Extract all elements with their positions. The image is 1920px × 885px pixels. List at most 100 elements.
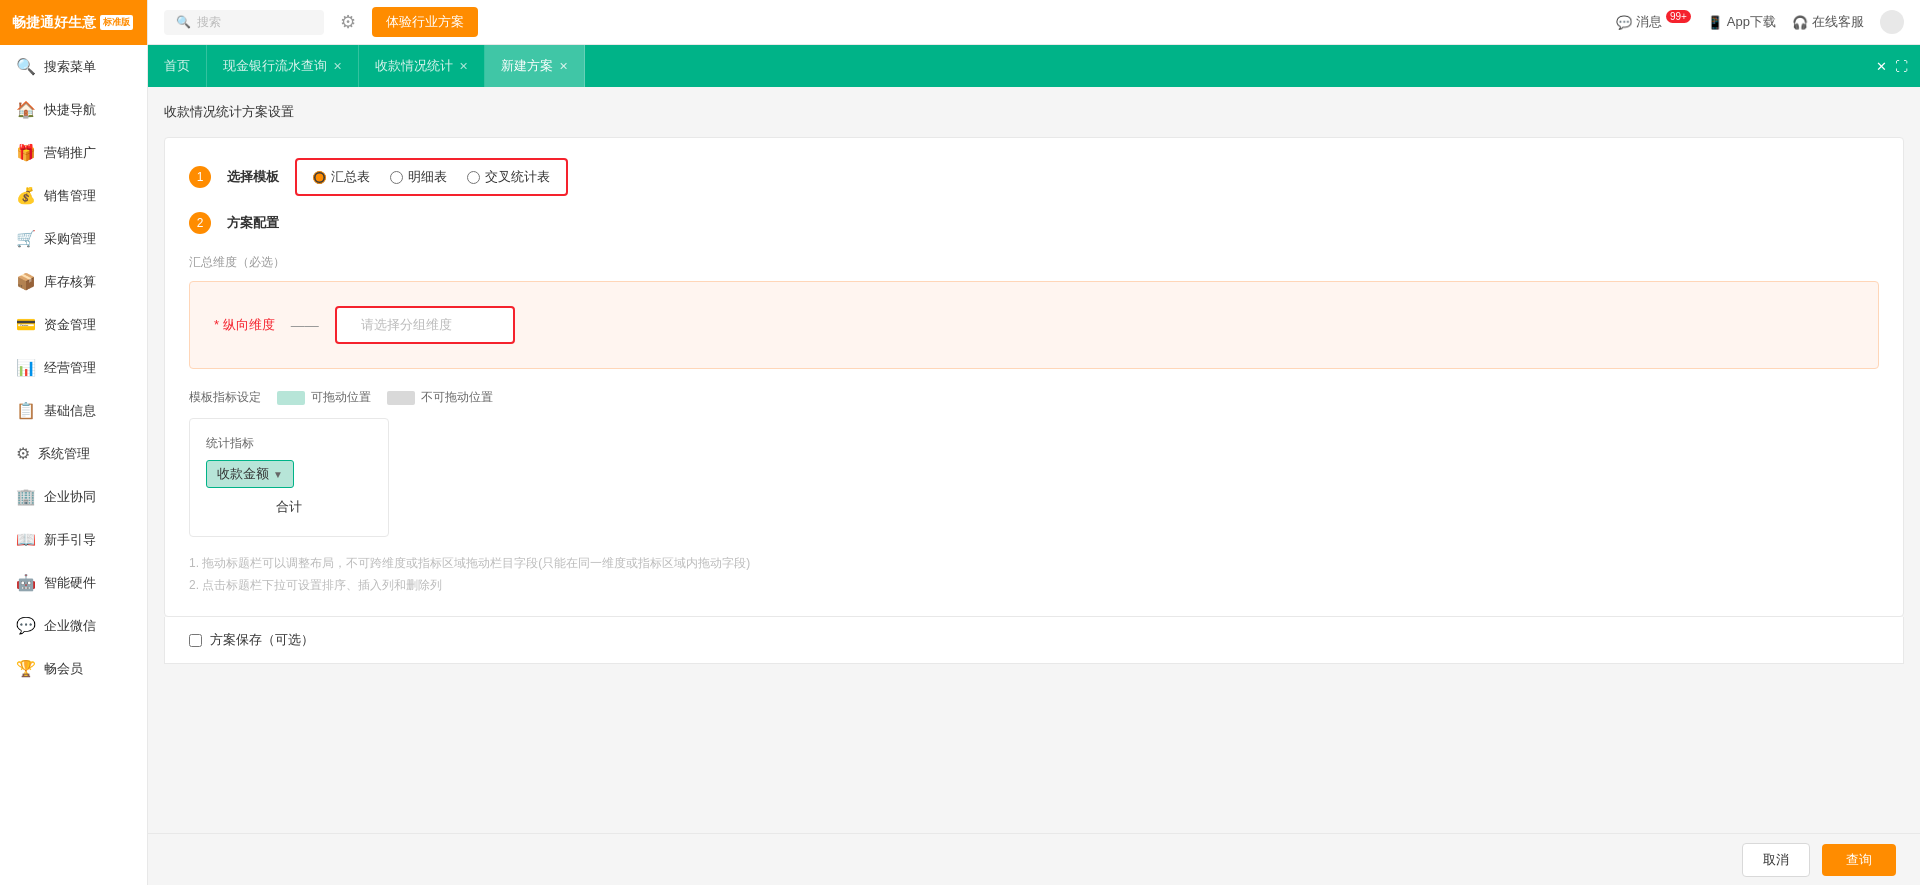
page-title: 收款情况统计方案设置 <box>164 103 1904 121</box>
enterprise-icon: 🏢 <box>16 487 36 506</box>
sidebar-label-hardware: 智能硬件 <box>44 574 96 592</box>
top-header: 🔍 搜索 ⚙ 体验行业方案 💬 消息 99+ 📱 App下载 🎧 在线客服 <box>148 0 1920 45</box>
finance-icon: 💳 <box>16 315 36 334</box>
dimension-select[interactable]: 请选择分组维度 <box>335 306 515 344</box>
config-section: 汇总维度（必选） 纵向维度 —— 请选择分组维度 <box>189 254 1879 596</box>
sidebar-logo: 畅捷通好生意 标准版 <box>0 0 147 45</box>
search-bar[interactable]: 🔍 搜索 <box>164 10 324 35</box>
sidebar-item-system[interactable]: ⚙ 系统管理 <box>0 432 147 475</box>
header-actions: 💬 消息 99+ 📱 App下载 🎧 在线客服 <box>1616 10 1904 34</box>
tab-bar: 首页 现金银行流水查询 ✕ 收款情况统计 ✕ 新建方案 ✕ ✕ ⛶ <box>148 45 1920 87</box>
sidebar-label-operations: 经营管理 <box>44 359 96 377</box>
metric-tag-amount[interactable]: 收款金额 ▼ <box>206 460 294 488</box>
radio-detail-input[interactable] <box>390 171 403 184</box>
sidebar-item-sales[interactable]: 💰 销售管理 <box>0 174 147 217</box>
tab-close-all[interactable]: ✕ <box>1876 59 1887 74</box>
sidebar-label-basic: 基础信息 <box>44 402 96 420</box>
gear-icon[interactable]: ⚙ <box>340 11 356 33</box>
tab-new-plan[interactable]: 新建方案 ✕ <box>485 45 585 87</box>
radio-cross-input[interactable] <box>467 171 480 184</box>
industry-btn[interactable]: 体验行业方案 <box>372 7 478 37</box>
search-icon: 🔍 <box>16 57 36 76</box>
tab-cashflow-close[interactable]: ✕ <box>333 60 342 73</box>
step2-number: 2 <box>189 212 211 234</box>
sidebar-label-quicknav: 快捷导航 <box>44 101 96 119</box>
radio-detail-label: 明细表 <box>408 168 447 186</box>
notification-badge: 99+ <box>1666 10 1691 23</box>
metric-tag-label: 收款金额 <box>217 465 269 483</box>
sidebar-item-wechat[interactable]: 💬 企业微信 <box>0 604 147 647</box>
download-label: App下载 <box>1727 13 1776 31</box>
sidebar-item-inventory[interactable]: 📦 库存核算 <box>0 260 147 303</box>
radio-summary-input[interactable] <box>313 171 326 184</box>
radio-summary-label: 汇总表 <box>331 168 370 186</box>
avatar <box>1880 10 1904 34</box>
sidebar-label-system: 系统管理 <box>38 445 90 463</box>
radio-cross[interactable]: 交叉统计表 <box>467 168 550 186</box>
metrics-section: 模板指标设定 可拖动位置 不可拖动位置 统计指标 <box>189 389 1879 537</box>
save-checkbox[interactable] <box>189 634 202 647</box>
step1-row: 1 选择模板 汇总表 明细表 <box>189 158 1879 196</box>
sidebar-label-search: 搜索菜单 <box>44 58 96 76</box>
step2-label: 方案配置 <box>227 214 279 232</box>
hardware-icon: 🤖 <box>16 573 36 592</box>
sidebar-item-basic[interactable]: 📋 基础信息 <box>0 389 147 432</box>
tab-collection[interactable]: 收款情况统计 ✕ <box>359 45 485 87</box>
content-area: 收款情况统计方案设置 1 选择模板 汇总表 <box>148 87 1920 833</box>
tab-expand[interactable]: ⛶ <box>1895 59 1908 74</box>
tab-cashflow-label: 现金银行流水查询 <box>223 57 327 75</box>
dimension-row: 纵向维度 —— 请选择分组维度 <box>214 306 1854 344</box>
sidebar-label-sales: 销售管理 <box>44 187 96 205</box>
sidebar-item-hardware[interactable]: 🤖 智能硬件 <box>0 561 147 604</box>
download-item[interactable]: 📱 App下载 <box>1707 13 1776 31</box>
sidebar-label-enterprise: 企业协同 <box>44 488 96 506</box>
inventory-icon: 📦 <box>16 272 36 291</box>
sidebar-item-enterprise[interactable]: 🏢 企业协同 <box>0 475 147 518</box>
online-service-item[interactable]: 🎧 在线客服 <box>1792 13 1864 31</box>
hint-2: 2. 点击标题栏下拉可设置排序、插入列和删除列 <box>189 575 1879 597</box>
metric-sum: 合计 <box>206 494 372 520</box>
chevron-down-icon: ▼ <box>273 469 283 480</box>
sidebar: 畅捷通好生意 标准版 🔍 搜索菜单 🏠 快捷导航 🎁 营销推广 💰 销售管理 🛒… <box>0 0 148 885</box>
sidebar-item-guide[interactable]: 📖 新手引导 <box>0 518 147 561</box>
legend-fixed-label: 不可拖动位置 <box>421 389 493 406</box>
cancel-button[interactable]: 取消 <box>1742 843 1810 877</box>
step1-section: 1 选择模板 汇总表 明细表 <box>164 137 1904 617</box>
tab-new-plan-close[interactable]: ✕ <box>559 60 568 73</box>
sidebar-item-member[interactable]: 🏆 畅会员 <box>0 647 147 690</box>
tab-bar-actions: ✕ ⛶ <box>1864 45 1920 87</box>
tab-cashflow[interactable]: 现金银行流水查询 ✕ <box>207 45 359 87</box>
sidebar-label-marketing: 营销推广 <box>44 144 96 162</box>
step1-number: 1 <box>189 166 211 188</box>
dimension-area: 纵向维度 —— 请选择分组维度 <box>189 281 1879 369</box>
dimension-placeholder: 请选择分组维度 <box>361 317 452 332</box>
radio-summary[interactable]: 汇总表 <box>313 168 370 186</box>
query-button[interactable]: 查询 <box>1822 844 1896 876</box>
service-icon: 🎧 <box>1792 15 1808 30</box>
metrics-title: 模板指标设定 <box>189 389 261 406</box>
sidebar-item-finance[interactable]: 💳 资金管理 <box>0 303 147 346</box>
sidebar-label-inventory: 库存核算 <box>44 273 96 291</box>
dimension-title-text: 汇总维度（必选） <box>189 255 285 269</box>
radio-detail[interactable]: 明细表 <box>390 168 447 186</box>
sidebar-item-quicknav[interactable]: 🏠 快捷导航 <box>0 88 147 131</box>
search-icon-header: 🔍 <box>176 15 191 29</box>
search-placeholder: 搜索 <box>197 14 221 31</box>
notification-item[interactable]: 💬 消息 99+ <box>1616 13 1691 31</box>
dimension-title: 汇总维度（必选） <box>189 254 1879 271</box>
sidebar-item-operations[interactable]: 📊 经营管理 <box>0 346 147 389</box>
legend-draggable-box <box>277 391 305 405</box>
tab-collection-close[interactable]: ✕ <box>459 60 468 73</box>
hints: 1. 拖动标题栏可以调整布局，不可跨维度或指标区域拖动栏目字段(只能在同一维度或… <box>189 553 1879 596</box>
tab-home[interactable]: 首页 <box>148 45 207 87</box>
footer-bar: 取消 查询 <box>148 833 1920 885</box>
sidebar-label-guide: 新手引导 <box>44 531 96 549</box>
legend-fixed-box <box>387 391 415 405</box>
sidebar-item-purchase[interactable]: 🛒 采购管理 <box>0 217 147 260</box>
dimension-vertical-label: 纵向维度 <box>214 316 275 334</box>
sidebar-label-purchase: 采购管理 <box>44 230 96 248</box>
sidebar-item-marketing[interactable]: 🎁 营销推广 <box>0 131 147 174</box>
user-avatar[interactable] <box>1880 10 1904 34</box>
radio-cross-label: 交叉统计表 <box>485 168 550 186</box>
sidebar-item-search[interactable]: 🔍 搜索菜单 <box>0 45 147 88</box>
